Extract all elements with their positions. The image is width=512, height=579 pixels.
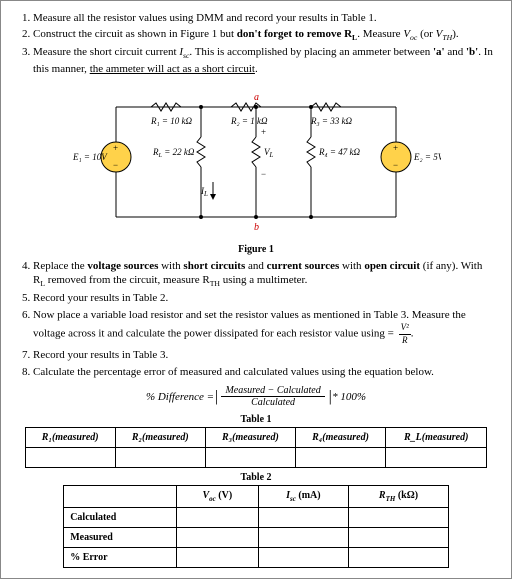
- plus-icon: +: [261, 127, 266, 137]
- circuit-diagram: .w{stroke:#000;stroke-width:1;fill:none}…: [71, 82, 441, 242]
- bold: don't forget to remove RL: [237, 28, 357, 40]
- t2-blank: [64, 486, 177, 508]
- voc: Voc: [403, 28, 417, 40]
- terminal-b: b: [254, 222, 259, 233]
- t1-h2: R₂(measured): [115, 428, 205, 448]
- r3-label: R₃ = 33 kΩ: [310, 116, 352, 126]
- vth: VTH: [436, 28, 453, 40]
- t1-h5: R_L(measured): [386, 428, 487, 448]
- t2-h-isc: Isc (mA): [258, 486, 349, 508]
- b-quote: 'b': [466, 46, 478, 58]
- text: and: [445, 46, 466, 58]
- step-7: Record your results in Table 3.: [33, 348, 497, 362]
- step-6: Now place a variable load resistor and s…: [33, 308, 497, 347]
- t2-h-rth: RTH (kΩ): [349, 486, 449, 508]
- t1-h1: R₁(measured): [25, 428, 115, 448]
- table-row: Measured: [64, 528, 449, 548]
- minus-icon: −: [393, 160, 398, 170]
- table1-title: Table 1: [15, 414, 497, 425]
- step-3: Measure the short circuit current Isc. T…: [33, 45, 497, 75]
- text: . This is accomplished by placing an amm…: [189, 46, 433, 58]
- r2-label: R₂ = 1 kΩ: [230, 116, 268, 126]
- step-1: Measure all the resistor values using DM…: [33, 11, 497, 25]
- table-row: Calculated: [64, 508, 449, 528]
- e2-label: E₂ = 5V: [413, 152, 441, 162]
- text: .: [255, 63, 258, 75]
- plus-icon: +: [113, 143, 118, 153]
- text: Measure the short circuit current: [33, 46, 179, 58]
- t2-h-voc: Voc (V): [177, 486, 258, 508]
- procedure-list-2: Replace the voltage sources with short c…: [15, 259, 497, 379]
- minus-icon: −: [113, 160, 118, 170]
- table-2: Voc (V) Isc (mA) RTH (kΩ) Calculated Mea…: [63, 485, 449, 568]
- step-8: Calculate the percentage error of measur…: [33, 365, 497, 379]
- step-2: Construct the circuit as shown in Figure…: [33, 27, 497, 43]
- rl-label: RL = 22 kΩ: [152, 147, 195, 159]
- step-5: Record your results in Table 2.: [33, 291, 497, 305]
- power-formula: V²R: [399, 322, 411, 346]
- a-quote: 'a': [433, 46, 445, 58]
- terminal-a: a: [254, 92, 259, 103]
- vl-label: VL: [264, 147, 274, 159]
- figure-1-wrap: .w{stroke:#000;stroke-width:1;fill:none}…: [15, 82, 497, 242]
- text: Construct the circuit as shown in Figure…: [33, 28, 237, 40]
- plus-icon: +: [393, 143, 398, 153]
- isc: Isc: [179, 46, 189, 58]
- r1-label: R₁ = 10 kΩ: [150, 116, 192, 126]
- figure-caption: Figure 1: [15, 244, 497, 255]
- pct-diff-formula: % Difference = | Measured − Calculated C…: [15, 385, 497, 408]
- t1-h3: R₃(measured): [205, 428, 295, 448]
- table-1: R₁(measured) R₂(measured) R₃(measured) R…: [25, 427, 488, 468]
- table-row: [25, 448, 487, 468]
- minus-icon: −: [261, 169, 266, 179]
- step-4: Replace the voltage sources with short c…: [33, 259, 497, 289]
- r4-label: R₄ = 47 kΩ: [318, 147, 360, 157]
- e1-label: E₁ = 10V: [72, 152, 108, 162]
- text: ).: [452, 28, 458, 40]
- table2-title: Table 2: [15, 472, 497, 483]
- text: . Measure: [357, 28, 403, 40]
- text: (or: [417, 28, 435, 40]
- procedure-list: Measure all the resistor values using DM…: [15, 11, 497, 76]
- table-row: % Error: [64, 548, 449, 568]
- underline: the ammeter will act as a short circuit: [90, 63, 255, 75]
- t1-h4: R₄(measured): [295, 428, 385, 448]
